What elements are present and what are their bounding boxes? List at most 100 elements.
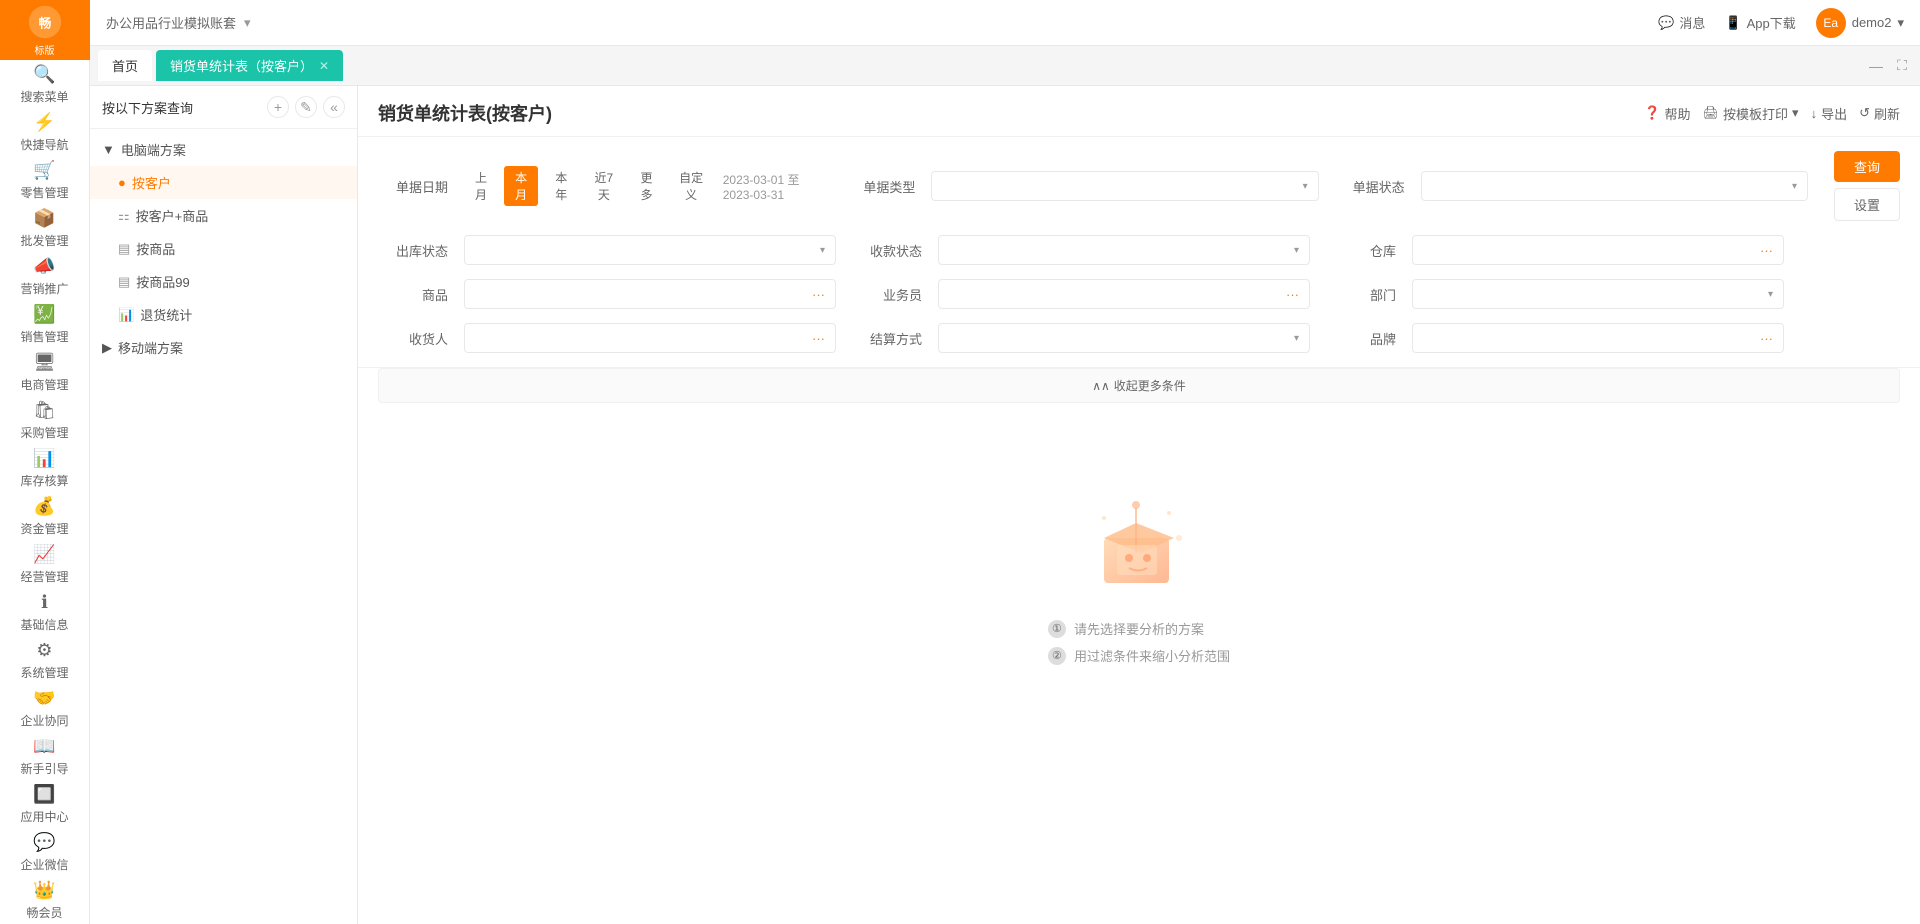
window-maximize-button[interactable]: ⛶ xyxy=(1892,56,1912,76)
app-download-button[interactable]: 📱 App下载 xyxy=(1725,13,1795,32)
scheme-by-product-99[interactable]: ▤ 按商品99 xyxy=(90,265,357,298)
enterprise-icon: 🤝 xyxy=(33,688,55,709)
sidebar-item-sales[interactable]: 💹 销售管理 xyxy=(0,300,89,348)
refresh-button[interactable]: ↺ 刷新 xyxy=(1859,104,1900,123)
sidebar-item-finance[interactable]: 💰 资金管理 xyxy=(0,492,89,540)
doc-status-select[interactable]: ▾ xyxy=(1421,171,1808,201)
return-stats-label: 退货统计 xyxy=(140,305,192,324)
brand-select[interactable]: ··· xyxy=(1412,323,1784,353)
user-dropdown-icon: ▾ xyxy=(1897,15,1904,31)
sidebar-item-purchase[interactable]: 🛍 采购管理 xyxy=(0,396,89,444)
tab-home[interactable]: 首页 xyxy=(98,50,152,81)
app-download-icon: 📱 xyxy=(1725,15,1741,31)
left-panel-title: 按以下方案查询 xyxy=(102,98,193,117)
payment-status-select[interactable]: ▾ xyxy=(938,235,1310,265)
message-button[interactable]: 💬 消息 xyxy=(1658,13,1705,32)
logo: 畅 标版 xyxy=(0,0,90,60)
settings-button[interactable]: 设置 xyxy=(1834,188,1900,221)
edit-scheme-button[interactable]: ✎ xyxy=(295,96,317,118)
user-menu[interactable]: Ea demo2 ▾ xyxy=(1816,8,1904,38)
wechat-icon: 💬 xyxy=(33,832,55,853)
sidebar-item-label: 销售管理 xyxy=(20,328,68,345)
sidebar-item-basic[interactable]: ℹ 基础信息 xyxy=(0,588,89,636)
payment-method-select[interactable]: ▾ xyxy=(938,323,1310,353)
tab-home-label: 首页 xyxy=(112,56,138,75)
scheme-return-stats[interactable]: 📊 退货统计 xyxy=(90,298,357,331)
sidebar-item-apps[interactable]: 🔲 应用中心 xyxy=(0,780,89,828)
query-button[interactable]: 查询 xyxy=(1834,151,1900,182)
this-month-btn[interactable]: 本月 xyxy=(504,166,538,206)
sidebar-item-system[interactable]: ⚙ 系统管理 xyxy=(0,636,89,684)
mobile-group-header[interactable]: ▶ 移动端方案 xyxy=(90,331,357,364)
scheme-by-product[interactable]: ▤ 按商品 xyxy=(90,232,357,265)
sidebar-item-retail[interactable]: 🛒 零售管理 xyxy=(0,156,89,204)
logo-text: 标版 xyxy=(35,42,55,57)
add-icon: + xyxy=(274,99,282,115)
salesperson-dots[interactable]: ··· xyxy=(1286,287,1299,302)
sidebar-item-search[interactable]: 🔍 搜索菜单 xyxy=(0,60,89,108)
page-title: 销货单统计表(按客户) xyxy=(378,100,552,126)
sidebar-item-member[interactable]: 👑 畅会员 xyxy=(0,876,89,924)
receiver-dots[interactable]: ··· xyxy=(812,331,825,346)
help-button[interactable]: ❓ 帮助 xyxy=(1644,104,1690,123)
sidebar-item-wholesale[interactable]: 📦 批发管理 xyxy=(0,204,89,252)
scheme-by-customer[interactable]: ● 按客户 xyxy=(90,166,357,199)
hint-text-2: 用过滤条件来缩小分析范围 xyxy=(1074,646,1230,665)
department-label: 部门 xyxy=(1326,285,1396,304)
this-year-btn[interactable]: 本年 xyxy=(544,166,578,206)
warehouse-dots[interactable]: ··· xyxy=(1760,243,1773,258)
brand-dots[interactable]: ··· xyxy=(1760,331,1773,346)
more-btn[interactable]: 更多 xyxy=(629,166,663,206)
salesperson-select[interactable]: ··· xyxy=(938,279,1310,309)
sidebar-item-quick-nav[interactable]: ⚡ 快捷导航 xyxy=(0,108,89,156)
export-button[interactable]: ↓ 导出 xyxy=(1811,104,1848,123)
desktop-group-collapse-icon: ▼ xyxy=(102,142,115,157)
tab-sales-stats-label: 销货单统计表（按客户） xyxy=(170,56,313,75)
by-customer-icon: ● xyxy=(118,175,126,190)
window-minimize-button[interactable]: — xyxy=(1866,56,1886,76)
sidebar-item-guide[interactable]: 📖 新手引导 xyxy=(0,732,89,780)
warehouse-label: 仓库 xyxy=(1326,241,1396,260)
sidebar-item-operations[interactable]: 📈 经营管理 xyxy=(0,540,89,588)
message-icon: 💬 xyxy=(1658,15,1674,31)
sidebar-item-enterprise[interactable]: 🤝 企业协同 xyxy=(0,684,89,732)
scheme-by-customer-product[interactable]: ⚏ 按客户+商品 xyxy=(90,199,357,232)
date-range: 2023-03-01 至 2023-03-31 xyxy=(723,171,830,202)
add-scheme-button[interactable]: + xyxy=(267,96,289,118)
right-panel: 销货单统计表(按客户) ❓ 帮助 🖨 按模板打印 ▾ ↓ 导出 xyxy=(358,86,1920,924)
doc-status-arrow-icon: ▾ xyxy=(1792,181,1797,192)
last-7-days-btn[interactable]: 近7天 xyxy=(584,166,623,206)
ecommerce-icon: 🖥 xyxy=(33,352,56,373)
sidebar-item-label: 库存核算 xyxy=(20,472,68,489)
logo-icon: 畅 xyxy=(27,4,63,40)
product-label: 商品 xyxy=(378,285,448,304)
sidebar-item-label: 资金管理 xyxy=(20,520,68,537)
warehouse-select[interactable]: ··· xyxy=(1412,235,1784,265)
collapse-more-btn[interactable]: ∧∧ 收起更多条件 xyxy=(378,368,1900,403)
custom-btn[interactable]: 自定义 xyxy=(670,166,713,206)
sidebar-item-wechat[interactable]: 💬 企业微信 xyxy=(0,828,89,876)
sidebar-item-marketing[interactable]: 📣 营销推广 xyxy=(0,252,89,300)
sidebar-item-label: 系统管理 xyxy=(20,664,68,681)
department-select[interactable]: ▾ xyxy=(1412,279,1784,309)
date-filter: 上月 本月 本年 近7天 更多 自定义 2023-03-01 至 2023-03… xyxy=(464,166,829,206)
collapse-icon: « xyxy=(330,99,338,115)
breadcrumb-dropdown-icon[interactable]: ▾ xyxy=(244,15,251,31)
product-dots[interactable]: ··· xyxy=(812,287,825,302)
receiver-select[interactable]: ··· xyxy=(464,323,836,353)
sidebar-item-inventory[interactable]: 📊 库存核算 xyxy=(0,444,89,492)
tab-close-icon[interactable]: ✕ xyxy=(319,59,329,73)
desktop-group-header[interactable]: ▼ 电脑端方案 xyxy=(90,133,357,166)
sidebar-item-ecommerce[interactable]: 🖥 电商管理 xyxy=(0,348,89,396)
tab-sales-stats[interactable]: 销货单统计表（按客户） ✕ xyxy=(156,50,343,81)
print-button[interactable]: 🖨 按模板打印 ▾ xyxy=(1703,104,1799,123)
sidebar-navigation: 🔍 搜索菜单 ⚡ 快捷导航 🛒 零售管理 📦 批发管理 📣 营销推广 💹 销售管… xyxy=(0,60,89,924)
header-right: 💬 消息 📱 App下载 Ea demo2 ▾ xyxy=(1658,8,1904,38)
doc-type-select[interactable]: ▾ xyxy=(931,171,1318,201)
last-month-btn[interactable]: 上月 xyxy=(464,166,498,206)
by-customer-product-label: 按客户+商品 xyxy=(136,206,209,225)
collapse-panel-button[interactable]: « xyxy=(323,96,345,118)
product-select[interactable]: ··· xyxy=(464,279,836,309)
page-actions: ❓ 帮助 🖨 按模板打印 ▾ ↓ 导出 ↺ 刷新 xyxy=(1644,104,1900,123)
out-status-select[interactable]: ▾ xyxy=(464,235,836,265)
